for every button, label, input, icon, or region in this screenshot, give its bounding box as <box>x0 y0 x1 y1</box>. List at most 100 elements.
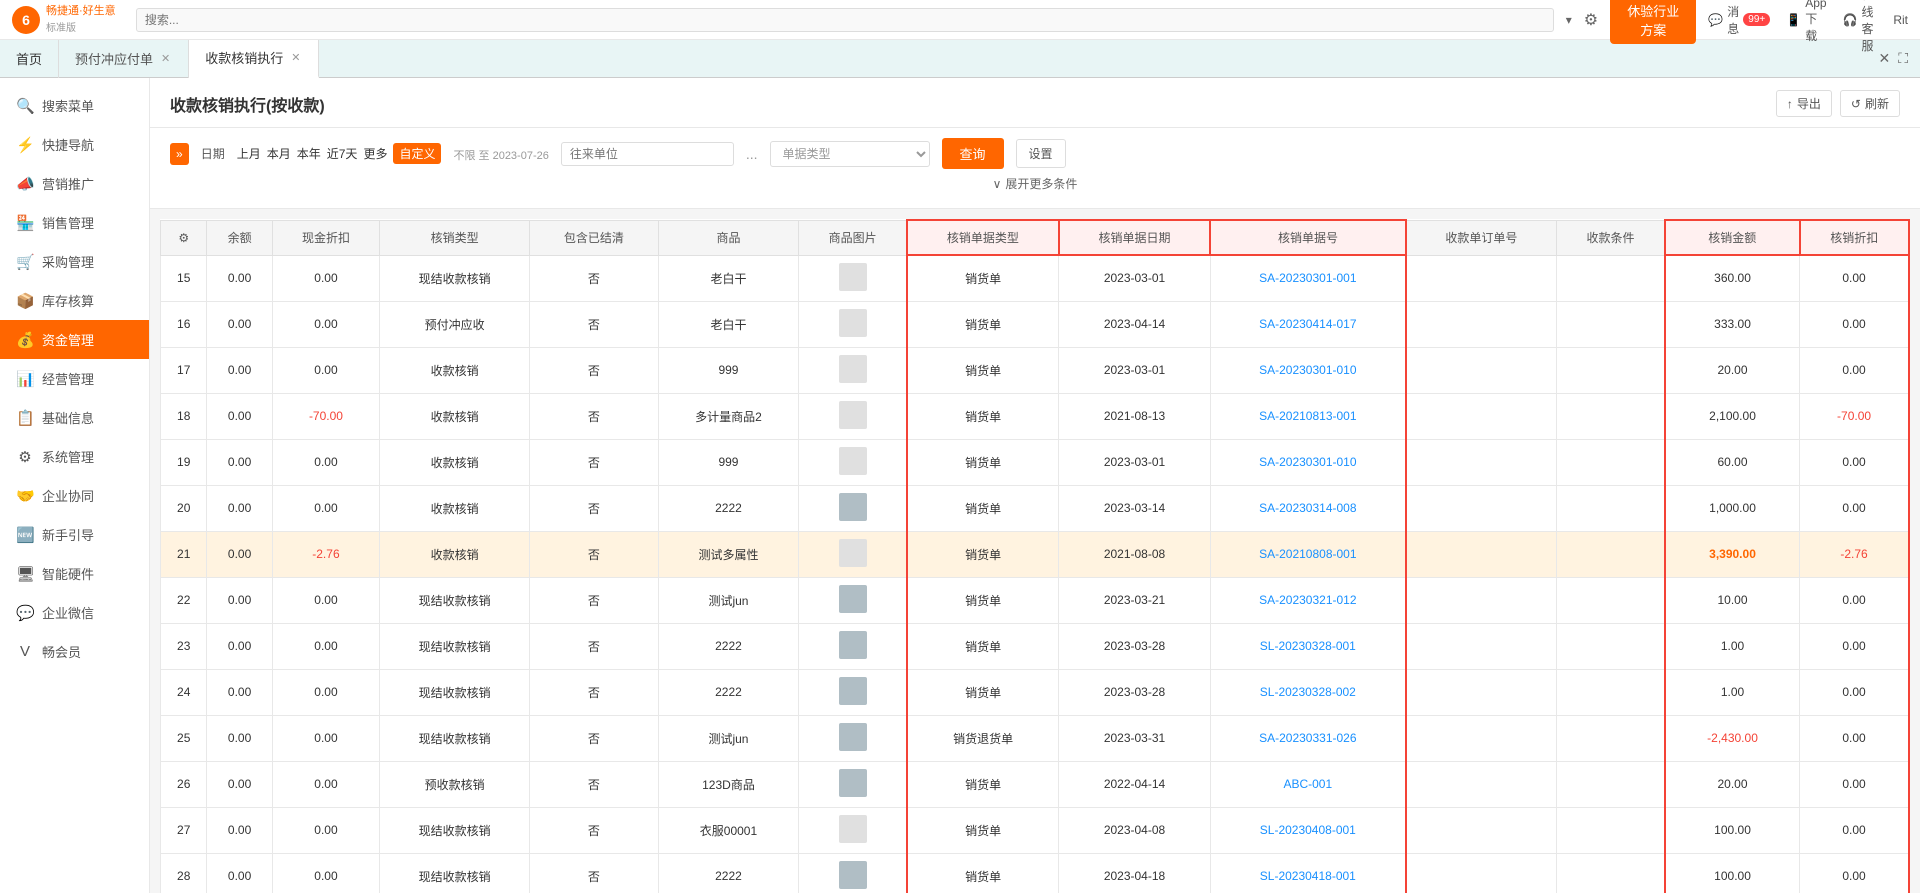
cell-no: 25 <box>161 715 207 761</box>
dropdown-button[interactable]: ▾ <box>1566 13 1572 27</box>
sidebar-item-operation[interactable]: 📊 经营管理 <box>0 359 149 398</box>
doc-no-link[interactable]: SA-20230414-017 <box>1259 317 1356 331</box>
cell-cancel-type: 收款核销 <box>380 531 530 577</box>
cell-cancel-type: 现结收款核销 <box>380 853 530 893</box>
tab-prepay[interactable]: 预付冲应付单 ✕ <box>59 40 189 78</box>
sidebar-item-nav[interactable]: ⚡ 快捷导航 <box>0 125 149 164</box>
cell-cancel-doc-type: 销货单 <box>907 301 1059 347</box>
sidebar: 🔍 搜索菜单 ⚡ 快捷导航 📣 营销推广 🏪 销售管理 🛒 采购管理 📦 库存核… <box>0 78 150 893</box>
date-opt-more[interactable]: 更多 <box>363 145 387 162</box>
tab-home[interactable]: 首页 <box>0 40 59 78</box>
expand-more-button[interactable]: ∨ 展开更多条件 <box>170 169 1900 198</box>
doc-no-link[interactable]: SA-20230321-012 <box>1259 593 1356 607</box>
sidebar-item-finance[interactable]: 💰 资金管理 <box>0 320 149 359</box>
sidebar-item-member[interactable]: V 畅会员 <box>0 632 149 671</box>
unit-dots[interactable]: ... <box>746 146 758 162</box>
logo-icon: 6 <box>12 6 40 34</box>
doc-no-link[interactable]: SA-20210808-001 <box>1259 547 1356 561</box>
doc-no-link[interactable]: SA-20210813-001 <box>1259 409 1356 423</box>
doc-no-link[interactable]: SA-20230314-008 <box>1259 501 1356 515</box>
cell-cancel-doc-no[interactable]: SA-20230414-017 <box>1210 301 1406 347</box>
doc-no-link[interactable]: SL-20230418-001 <box>1260 869 1356 883</box>
cell-cancel-doc-no[interactable]: SA-20230331-026 <box>1210 715 1406 761</box>
cell-cancel-doc-no[interactable]: SA-20230314-008 <box>1210 485 1406 531</box>
sidebar-item-wechat[interactable]: 💬 企业微信 <box>0 593 149 632</box>
sidebar-item-basic[interactable]: 📋 基础信息 <box>0 398 149 437</box>
col-cash-discount: 现金折扣 <box>272 220 380 255</box>
col-settings[interactable]: ⚙ <box>161 220 207 255</box>
date-opt-this-year[interactable]: 本年 <box>297 145 321 162</box>
sidebar-item-guide[interactable]: 🆕 新手引导 <box>0 515 149 554</box>
col-include-settled: 包含已结清 <box>530 220 659 255</box>
refresh-button[interactable]: ↺ 刷新 <box>1840 90 1900 117</box>
message-button[interactable]: 💬 消息 99+ <box>1708 3 1770 37</box>
tab-prepay-close[interactable]: ✕ <box>159 52 172 65</box>
doc-no-link[interactable]: SA-20230301-001 <box>1259 271 1356 285</box>
cell-cancel-doc-no[interactable]: SL-20230328-002 <box>1210 669 1406 715</box>
doc-no-link[interactable]: SA-20230301-010 <box>1259 363 1356 377</box>
date-opt-custom[interactable]: 自定义 <box>393 143 441 164</box>
app-download-button[interactable]: 📱 App下载 <box>1786 0 1826 44</box>
cell-no: 23 <box>161 623 207 669</box>
industry-button[interactable]: 休验行业方案 <box>1610 0 1696 44</box>
query-button[interactable]: 查询 <box>942 138 1004 169</box>
sidebar-item-search[interactable]: 🔍 搜索菜单 <box>0 86 149 125</box>
date-opt-7days[interactable]: 近7天 <box>327 145 358 162</box>
online-service-button[interactable]: 🎧 在线客服 <box>1843 0 1878 54</box>
message-badge: 99+ <box>1743 13 1770 26</box>
cell-balance: 0.00 <box>207 715 272 761</box>
cell-cancel-doc-no[interactable]: SL-20230328-001 <box>1210 623 1406 669</box>
cell-cancel-doc-no[interactable]: ABC-001 <box>1210 761 1406 807</box>
cell-cancel-doc-no[interactable]: SL-20230418-001 <box>1210 853 1406 893</box>
sidebar-item-hardware[interactable]: 🖥 智能硬件 <box>0 554 149 593</box>
sidebar-item-inventory[interactable]: 📦 库存核算 <box>0 281 149 320</box>
export-button[interactable]: ↑ 导出 <box>1776 90 1832 117</box>
doc-no-link[interactable]: ABC-001 <box>1283 777 1332 791</box>
user-area[interactable]: Rit <box>1893 13 1908 27</box>
cell-cancel-amount: -2,430.00 <box>1665 715 1800 761</box>
doc-no-link[interactable]: SA-20230301-010 <box>1259 455 1356 469</box>
cell-cancel-doc-no[interactable]: SA-20230301-010 <box>1210 347 1406 393</box>
sidebar-item-sales[interactable]: 🏪 销售管理 <box>0 203 149 242</box>
filter-setting-button[interactable]: 设置 <box>1016 139 1066 168</box>
sidebar-item-system[interactable]: ⚙ 系统管理 <box>0 437 149 476</box>
tab-maximize-button[interactable]: ⛶ <box>1898 50 1908 67</box>
cell-cancel-doc-no[interactable]: SA-20210813-001 <box>1210 393 1406 439</box>
cell-cancel-doc-no[interactable]: SA-20230301-001 <box>1210 255 1406 301</box>
sidebar-item-marketing[interactable]: 📣 营销推广 <box>0 164 149 203</box>
doc-no-link[interactable]: SL-20230328-002 <box>1260 685 1356 699</box>
date-opt-last-month[interactable]: 上月 <box>237 145 261 162</box>
type-filter-select[interactable]: 单据类型 <box>770 141 930 167</box>
filter-expand-button[interactable]: » <box>170 143 189 165</box>
tab-collection[interactable]: 收款核销执行 ✕ <box>189 40 319 78</box>
doc-no-link[interactable]: SA-20230331-026 <box>1259 731 1356 745</box>
cell-balance: 0.00 <box>207 301 272 347</box>
sidebar-item-enterprise[interactable]: 🤝 企业协同 <box>0 476 149 515</box>
sidebar-item-purchase[interactable]: 🛒 采购管理 <box>0 242 149 281</box>
logo-name: 畅捷通·好生意 <box>46 5 116 18</box>
cell-goods: 2222 <box>658 853 798 893</box>
settings-top-button[interactable]: ⚙ <box>1584 10 1598 30</box>
cell-cancel-doc-no[interactable]: SA-20230301-010 <box>1210 439 1406 485</box>
search-input-top[interactable] <box>136 8 1554 32</box>
cell-cancel-doc-no[interactable]: SA-20210808-001 <box>1210 531 1406 577</box>
cell-receipt-condition <box>1557 439 1665 485</box>
unit-filter-input[interactable] <box>561 142 734 166</box>
date-opt-this-month[interactable]: 本月 <box>267 145 291 162</box>
logo-area: 6 畅捷通·好生意 标准版 <box>12 5 124 33</box>
tab-collection-close[interactable]: ✕ <box>289 51 302 64</box>
sales-icon: 🏪 <box>16 214 34 232</box>
doc-no-link[interactable]: SL-20230408-001 <box>1260 823 1356 837</box>
cell-goods-img <box>799 255 907 301</box>
cell-cancel-doc-type: 销货退货单 <box>907 715 1059 761</box>
cell-no: 20 <box>161 485 207 531</box>
cell-cancel-doc-no[interactable]: SL-20230408-001 <box>1210 807 1406 853</box>
cell-cash-discount: 0.00 <box>272 255 380 301</box>
cell-cash-discount: 0.00 <box>272 715 380 761</box>
cell-cancel-amount: 1.00 <box>1665 669 1800 715</box>
table-row: 17 0.00 0.00 收款核销 否 999 销货单 2023-03-01 S… <box>161 347 1910 393</box>
doc-no-link[interactable]: SL-20230328-001 <box>1260 639 1356 653</box>
cell-cancel-doc-no[interactable]: SA-20230321-012 <box>1210 577 1406 623</box>
tab-close-all-button[interactable]: ✕ <box>1878 50 1890 67</box>
cell-cancel-doc-type: 销货单 <box>907 807 1059 853</box>
